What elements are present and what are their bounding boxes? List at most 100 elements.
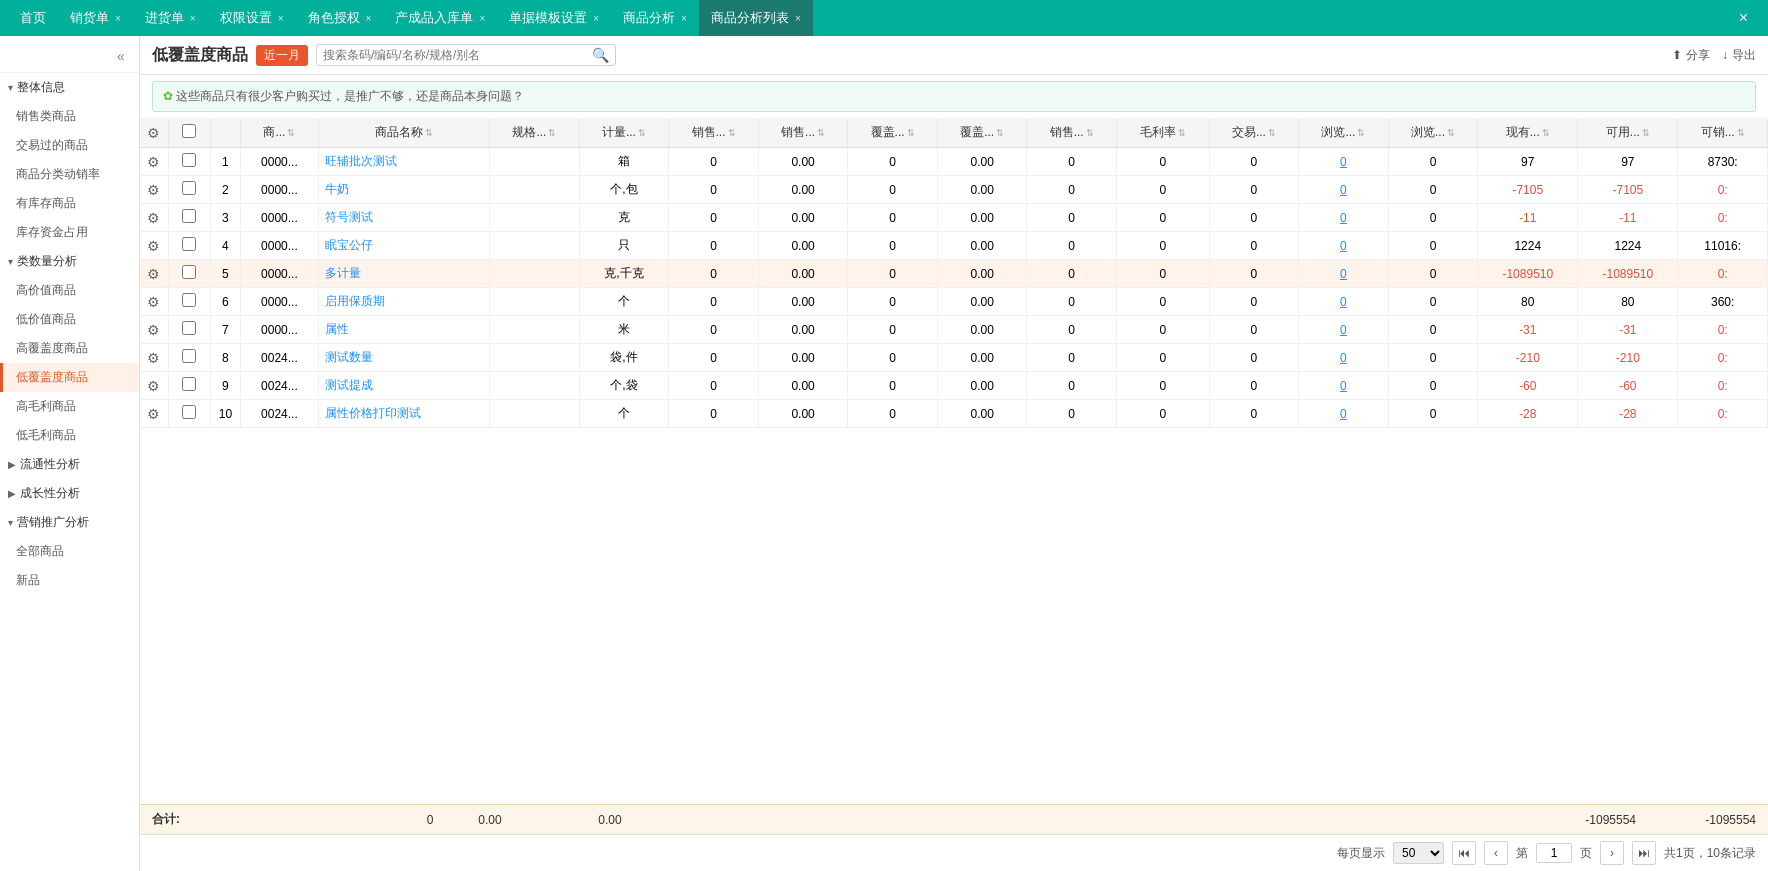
row-gear-icon[interactable]: ⚙ xyxy=(146,322,162,338)
row-name-9[interactable]: 属性价格打印测试 xyxy=(318,400,489,428)
row-select-checkbox-7[interactable] xyxy=(182,349,196,363)
page-first-button[interactable]: ⏮ xyxy=(1452,841,1476,865)
col-sales-amt-header[interactable]: 销售...⇅ xyxy=(758,118,848,148)
row-settings-1[interactable]: ⚙ xyxy=(140,176,168,204)
row-settings-2[interactable]: ⚙ xyxy=(140,204,168,232)
col-cover1-header[interactable]: 覆盖...⇅ xyxy=(848,118,938,148)
row-settings-6[interactable]: ⚙ xyxy=(140,316,168,344)
row-gear-icon[interactable]: ⚙ xyxy=(146,182,162,198)
row-gear-icon[interactable]: ⚙ xyxy=(146,378,162,394)
sidebar-item-sales-goods[interactable]: 销售类商品 xyxy=(0,102,139,131)
sidebar-item-category-rate[interactable]: 商品分类动销率 xyxy=(0,160,139,189)
sidebar-section-quantity[interactable]: ▾ 类数量分析 xyxy=(0,247,139,276)
nav-product-analysis[interactable]: 商品分析 × xyxy=(611,0,699,36)
row-checkbox-3[interactable] xyxy=(168,232,210,260)
row-checkbox-9[interactable] xyxy=(168,400,210,428)
row-browse1-4[interactable]: 0 xyxy=(1299,260,1389,288)
col-settings[interactable]: ⚙ xyxy=(140,118,168,148)
page-last-button[interactable]: ⏭ xyxy=(1632,841,1656,865)
sidebar-section-liquidity[interactable]: ▶ 流通性分析 xyxy=(0,450,139,479)
nav-purchase[interactable]: 进货单 × xyxy=(133,0,208,36)
row-browse1-0[interactable]: 0 xyxy=(1299,148,1389,176)
row-checkbox-5[interactable] xyxy=(168,288,210,316)
sidebar-item-low-coverage[interactable]: 低覆盖度商品 xyxy=(0,363,139,392)
col-sales2-header[interactable]: 销售...⇅ xyxy=(1027,118,1117,148)
row-select-checkbox-5[interactable] xyxy=(182,293,196,307)
row-name-6[interactable]: 属性 xyxy=(318,316,489,344)
col-current-header[interactable]: 现有...⇅ xyxy=(1478,118,1578,148)
nav-template-close[interactable]: × xyxy=(593,13,599,24)
nav-template-settings[interactable]: 单据模板设置 × xyxy=(497,0,611,36)
row-browse1-5[interactable]: 0 xyxy=(1299,288,1389,316)
nav-product-entry-close[interactable]: × xyxy=(479,13,485,24)
row-settings-3[interactable]: ⚙ xyxy=(140,232,168,260)
row-gear-icon[interactable]: ⚙ xyxy=(146,210,162,226)
row-select-checkbox-2[interactable] xyxy=(182,209,196,223)
row-gear-icon[interactable]: ⚙ xyxy=(146,238,162,254)
sidebar-section-overall[interactable]: ▾ 整体信息 xyxy=(0,73,139,102)
row-checkbox-0[interactable] xyxy=(168,148,210,176)
nav-sales-close[interactable]: × xyxy=(115,13,121,24)
row-checkbox-6[interactable] xyxy=(168,316,210,344)
col-code-header[interactable]: 商...⇅ xyxy=(240,118,318,148)
col-avail-header[interactable]: 可用...⇅ xyxy=(1578,118,1678,148)
export-button[interactable]: ↓ 导出 xyxy=(1722,47,1756,64)
window-close-button[interactable]: × xyxy=(1727,0,1760,36)
row-settings-0[interactable]: ⚙ xyxy=(140,148,168,176)
col-browse2-header[interactable]: 浏览...⇅ xyxy=(1388,118,1478,148)
row-settings-5[interactable]: ⚙ xyxy=(140,288,168,316)
page-size-select[interactable]: 50 10 20 100 xyxy=(1393,842,1444,864)
row-settings-8[interactable]: ⚙ xyxy=(140,372,168,400)
row-settings-9[interactable]: ⚙ xyxy=(140,400,168,428)
col-browse1-header[interactable]: 浏览...⇅ xyxy=(1299,118,1389,148)
row-settings-4[interactable]: ⚙ xyxy=(140,260,168,288)
row-name-8[interactable]: 测试提成 xyxy=(318,372,489,400)
nav-role-auth-close[interactable]: × xyxy=(366,13,372,24)
search-input[interactable] xyxy=(323,48,592,62)
gear-icon[interactable]: ⚙ xyxy=(146,125,162,141)
row-gear-icon[interactable]: ⚙ xyxy=(146,406,162,422)
sidebar-collapse-btn[interactable]: « xyxy=(111,46,131,66)
col-cover2-header[interactable]: 覆盖...⇅ xyxy=(937,118,1027,148)
row-name-0[interactable]: 旺辅批次测试 xyxy=(318,148,489,176)
nav-role-auth[interactable]: 角色授权 × xyxy=(296,0,384,36)
sidebar-item-stocked-goods[interactable]: 有库存商品 xyxy=(0,189,139,218)
nav-product-analysis-close[interactable]: × xyxy=(681,13,687,24)
row-select-checkbox-4[interactable] xyxy=(182,265,196,279)
row-checkbox-7[interactable] xyxy=(168,344,210,372)
nav-product-analysis-list[interactable]: 商品分析列表 × xyxy=(699,0,813,36)
share-button[interactable]: ⬆ 分享 xyxy=(1672,47,1710,64)
nav-product-entry[interactable]: 产成品入库单 × xyxy=(383,0,497,36)
row-name-2[interactable]: 符号测试 xyxy=(318,204,489,232)
sidebar-item-traded-goods[interactable]: 交易过的商品 xyxy=(0,131,139,160)
col-gross-header[interactable]: 毛利率⇅ xyxy=(1116,118,1209,148)
col-checkbox-header[interactable] xyxy=(168,118,210,148)
row-select-checkbox-8[interactable] xyxy=(182,377,196,391)
sidebar-item-low-margin[interactable]: 低毛利商品 xyxy=(0,421,139,450)
row-browse1-9[interactable]: 0 xyxy=(1299,400,1389,428)
nav-product-analysis-list-close[interactable]: × xyxy=(795,13,801,24)
select-all-checkbox[interactable] xyxy=(182,124,196,138)
sidebar-item-high-coverage[interactable]: 高覆盖度商品 xyxy=(0,334,139,363)
row-browse1-8[interactable]: 0 xyxy=(1299,372,1389,400)
row-name-3[interactable]: 眠宝公仔 xyxy=(318,232,489,260)
sidebar-item-new-goods[interactable]: 新品 xyxy=(0,566,139,595)
row-gear-icon[interactable]: ⚙ xyxy=(146,154,162,170)
col-sellable-header[interactable]: 可销...⇅ xyxy=(1678,118,1768,148)
row-browse1-7[interactable]: 0 xyxy=(1299,344,1389,372)
nav-permissions-close[interactable]: × xyxy=(278,13,284,24)
row-browse1-2[interactable]: 0 xyxy=(1299,204,1389,232)
sidebar-section-growth[interactable]: ▶ 成长性分析 xyxy=(0,479,139,508)
row-gear-icon[interactable]: ⚙ xyxy=(146,266,162,282)
col-name-header[interactable]: 商品名称⇅ xyxy=(318,118,489,148)
col-sales-qty-header[interactable]: 销售...⇅ xyxy=(669,118,759,148)
col-unit-header[interactable]: 计量...⇅ xyxy=(579,118,669,148)
page-prev-button[interactable]: ‹ xyxy=(1484,841,1508,865)
row-select-checkbox-9[interactable] xyxy=(182,405,196,419)
row-name-4[interactable]: 多计量 xyxy=(318,260,489,288)
row-settings-7[interactable]: ⚙ xyxy=(140,344,168,372)
nav-home[interactable]: 首页 xyxy=(8,0,58,36)
row-select-checkbox-1[interactable] xyxy=(182,181,196,195)
nav-purchase-close[interactable]: × xyxy=(190,13,196,24)
col-spec-header[interactable]: 规格...⇅ xyxy=(490,118,580,148)
